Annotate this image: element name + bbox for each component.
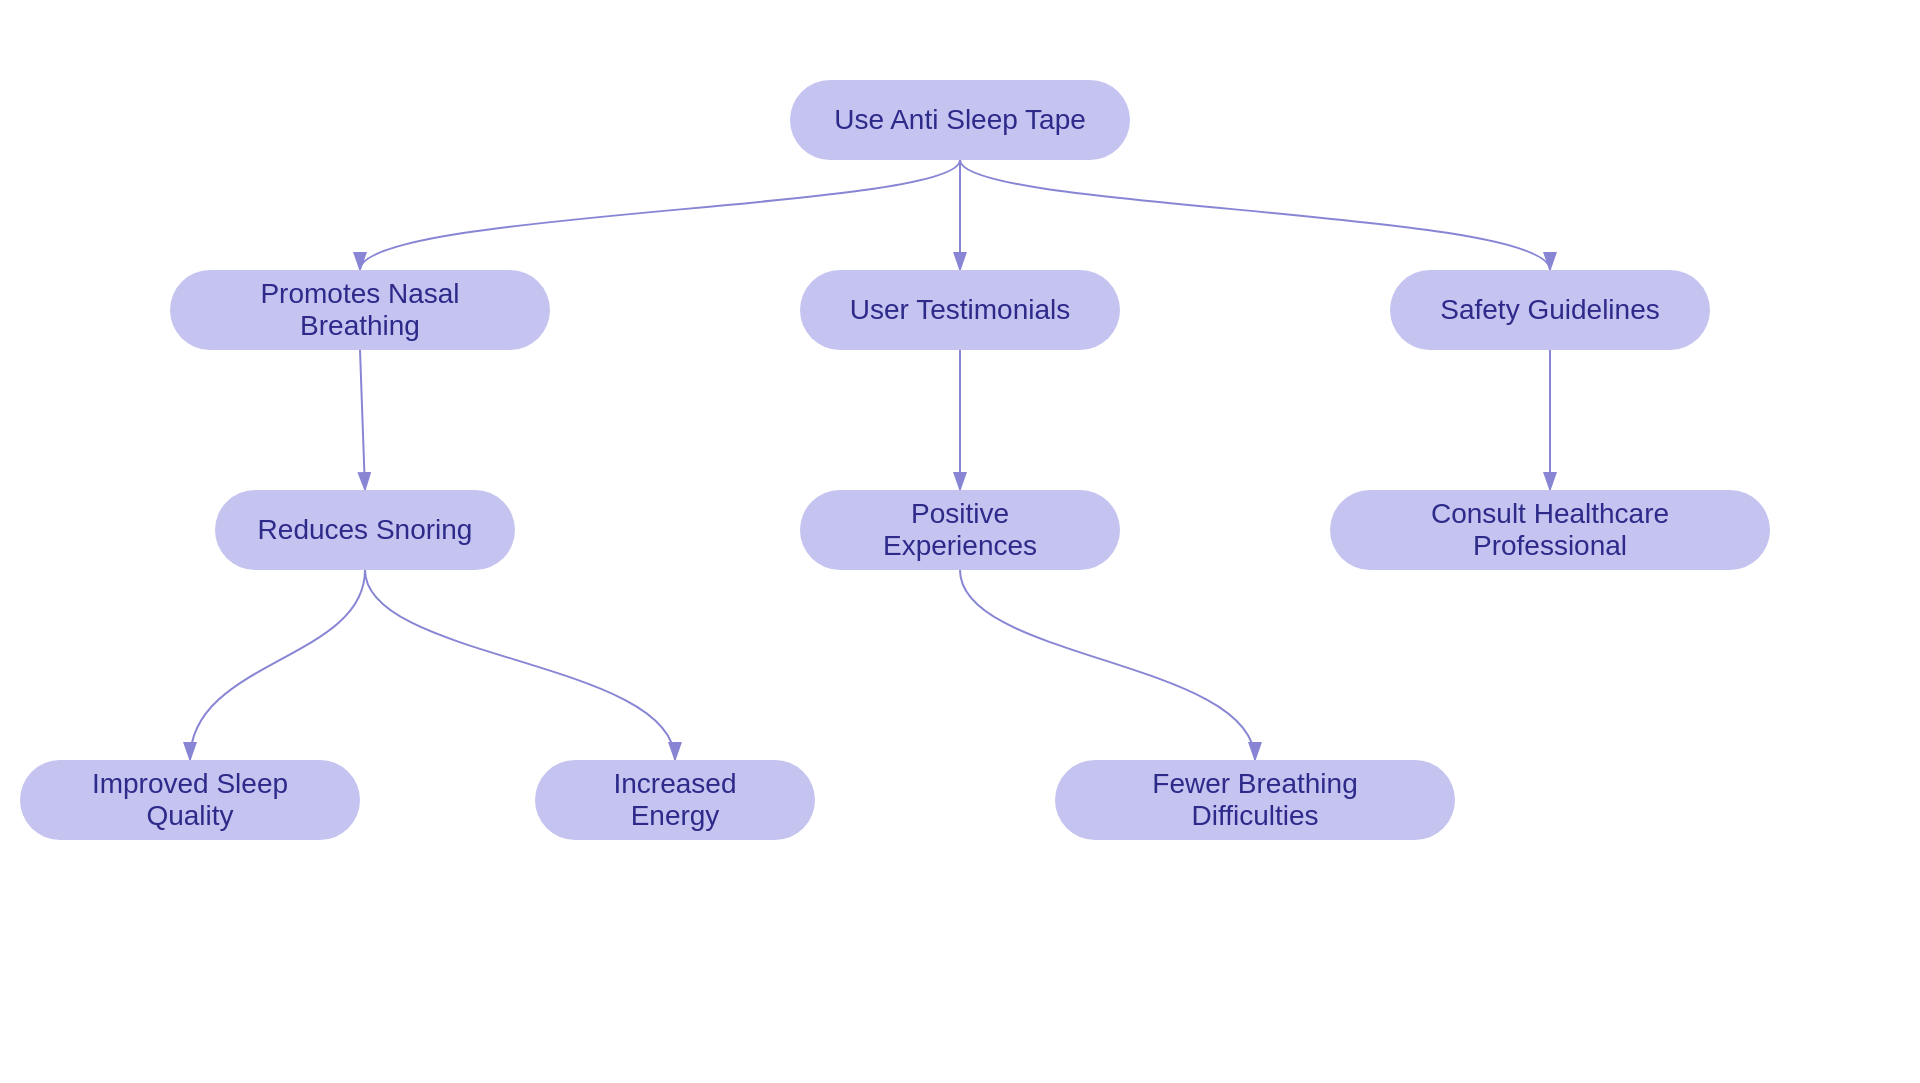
node-positive-experiences: Positive Experiences xyxy=(800,490,1120,570)
node-nasal-breathing: Promotes Nasal Breathing xyxy=(170,270,550,350)
node-sleep-label: Improved Sleep Quality xyxy=(56,768,324,832)
node-root: Use Anti Sleep Tape xyxy=(790,80,1130,160)
node-snoring-label: Reduces Snoring xyxy=(258,514,473,546)
node-reduces-snoring: Reduces Snoring xyxy=(215,490,515,570)
node-testimonials: User Testimonials xyxy=(800,270,1120,350)
node-positive-label: Positive Experiences xyxy=(836,498,1084,562)
node-fewer-breathing: Fewer Breathing Difficulties xyxy=(1055,760,1455,840)
node-testimonials-label: User Testimonials xyxy=(850,294,1070,326)
node-improved-sleep: Improved Sleep Quality xyxy=(20,760,360,840)
node-nasal-label: Promotes Nasal Breathing xyxy=(206,278,514,342)
node-consult-label: Consult Healthcare Professional xyxy=(1366,498,1734,562)
node-energy-label: Increased Energy xyxy=(571,768,779,832)
diagram-container: Use Anti Sleep Tape Promotes Nasal Breat… xyxy=(0,0,1920,1083)
node-breathing-label: Fewer Breathing Difficulties xyxy=(1091,768,1419,832)
node-safety-label: Safety Guidelines xyxy=(1440,294,1659,326)
node-root-label: Use Anti Sleep Tape xyxy=(834,104,1086,136)
node-increased-energy: Increased Energy xyxy=(535,760,815,840)
node-safety: Safety Guidelines xyxy=(1390,270,1710,350)
node-consult-healthcare: Consult Healthcare Professional xyxy=(1330,490,1770,570)
